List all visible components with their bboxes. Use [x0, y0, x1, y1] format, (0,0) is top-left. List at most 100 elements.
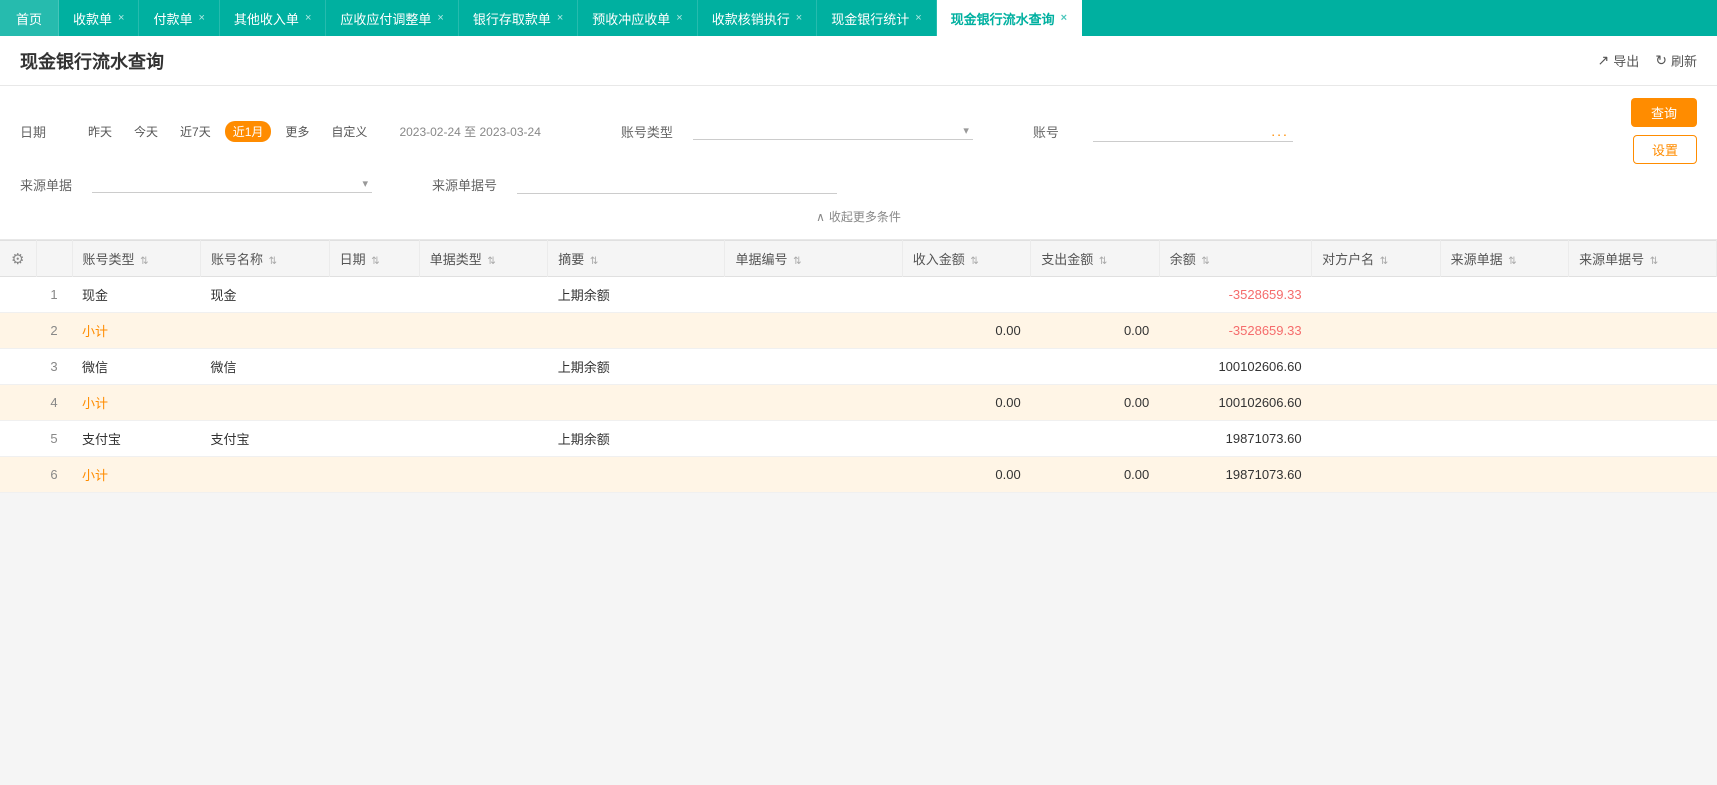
doc-type-column-header[interactable]: 单据类型 ⇅	[419, 241, 548, 277]
summary-column-header[interactable]: 摘要 ⇅	[548, 241, 725, 277]
sort-icon: ⇅	[487, 256, 495, 267]
date-option-更多[interactable]: 更多	[277, 121, 317, 142]
source-doc-no-col-label: 来源单据号	[1579, 252, 1644, 267]
refresh-icon: ↻	[1655, 52, 1667, 69]
nav-item-home[interactable]: 首页	[0, 0, 59, 36]
index-column-header	[36, 241, 72, 277]
close-icon[interactable]: ×	[915, 12, 921, 24]
account-name-column-header[interactable]: 账号名称 ⇅	[201, 241, 330, 277]
table-row: 1现金现金上期余额-3528659.33	[0, 277, 1717, 313]
row-index: 4	[36, 385, 72, 421]
account-type-col-label: 账号类型	[83, 252, 135, 267]
row-account-name	[201, 385, 330, 421]
nav-item-adjust[interactable]: 应收应付调整单×	[326, 0, 458, 36]
nav-item-receipt[interactable]: 收款单×	[59, 0, 139, 36]
collapse-label: 收起更多条件	[829, 208, 901, 225]
source-doc-no-column-header[interactable]: 来源单据号 ⇅	[1569, 241, 1717, 277]
account-type-select[interactable]: ▾	[693, 122, 973, 140]
counterparty-column-header[interactable]: 对方户名 ⇅	[1312, 241, 1441, 277]
sort-icon: ⇅	[970, 256, 978, 267]
refresh-label: 刷新	[1671, 51, 1697, 70]
source-doc-select[interactable]: ▾	[92, 175, 372, 193]
row-gear	[0, 385, 36, 421]
refresh-button[interactable]: ↻ 刷新	[1655, 51, 1697, 70]
row-balance: 19871073.60	[1159, 421, 1311, 457]
export-icon: ↗	[1598, 52, 1610, 69]
row-date	[329, 349, 419, 385]
row-index: 3	[36, 349, 72, 385]
account-type-column-header[interactable]: 账号类型 ⇅	[72, 241, 201, 277]
row-source-doc-no	[1569, 313, 1717, 349]
row-expend	[1031, 421, 1160, 457]
account-label: 账号	[1033, 122, 1073, 141]
expend-column-header[interactable]: 支出金额 ⇅	[1031, 241, 1160, 277]
row-source-doc-no	[1569, 349, 1717, 385]
date-option-近7天[interactable]: 近7天	[172, 121, 219, 142]
row-account-name: 微信	[201, 349, 330, 385]
nav-item-other-income[interactable]: 其他收入单×	[220, 0, 326, 36]
row-summary	[548, 457, 725, 493]
close-icon[interactable]: ×	[676, 12, 682, 24]
row-income	[902, 349, 1031, 385]
account-name-col-label: 账号名称	[211, 252, 263, 267]
date-col-label: 日期	[340, 252, 366, 267]
date-option-近1月[interactable]: 近1月	[225, 121, 272, 142]
gear-icon: ⚙	[10, 250, 26, 268]
page-title: 现金银行流水查询	[20, 48, 164, 74]
row-doc-type	[419, 349, 548, 385]
sort-icon: ⇅	[371, 256, 379, 267]
row-doc-type	[419, 421, 548, 457]
nav-item-verify[interactable]: 收款核销执行×	[698, 0, 817, 36]
source-doc-column-header[interactable]: 来源单据 ⇅	[1440, 241, 1569, 277]
nav-item-advance[interactable]: 预收冲应收单×	[578, 0, 697, 36]
doc-no-column-header[interactable]: 单据编号 ⇅	[725, 241, 902, 277]
row-income: 0.00	[902, 313, 1031, 349]
sort-icon: ⇅	[1380, 256, 1388, 267]
row-balance: -3528659.33	[1159, 313, 1311, 349]
collapse-button[interactable]: ∧ 收起更多条件	[20, 204, 1697, 231]
close-icon[interactable]: ×	[305, 12, 311, 24]
close-icon[interactable]: ×	[796, 12, 802, 24]
row-source-doc	[1440, 385, 1569, 421]
nav-item-bank-deposit[interactable]: 银行存取款单×	[459, 0, 578, 36]
row-balance: 19871073.60	[1159, 457, 1311, 493]
export-button[interactable]: ↗ 导出	[1598, 51, 1640, 70]
nav-item-payment[interactable]: 付款单×	[139, 0, 219, 36]
income-column-header[interactable]: 收入金额 ⇅	[902, 241, 1031, 277]
close-icon[interactable]: ×	[198, 12, 204, 24]
date-column-header[interactable]: 日期 ⇅	[329, 241, 419, 277]
settings-button[interactable]: 设置	[1633, 135, 1697, 164]
row-counterparty	[1312, 385, 1441, 421]
date-label: 日期	[20, 122, 60, 141]
date-option-今天[interactable]: 今天	[126, 121, 166, 142]
row-account-name: 支付宝	[201, 421, 330, 457]
doc-type-col-label: 单据类型	[430, 252, 482, 267]
account-dots-button[interactable]: ...	[1271, 123, 1289, 139]
nav-item-cashflow[interactable]: 现金银行流水查询×	[937, 0, 1082, 36]
header-row: ⚙ 账号类型 ⇅ 账号名称 ⇅ 日期 ⇅ 单据类型 ⇅	[0, 241, 1717, 277]
export-label: 导出	[1613, 51, 1639, 70]
row-index: 6	[36, 457, 72, 493]
row-expend: 0.00	[1031, 313, 1160, 349]
close-icon[interactable]: ×	[118, 12, 124, 24]
row-balance: 100102606.60	[1159, 349, 1311, 385]
query-button[interactable]: 查询	[1631, 98, 1697, 127]
gear-column-header[interactable]: ⚙	[0, 241, 36, 277]
nav-item-stats[interactable]: 现金银行统计×	[817, 0, 936, 36]
row-index: 1	[36, 277, 72, 313]
date-option-自定义[interactable]: 自定义	[323, 121, 375, 142]
row-counterparty	[1312, 277, 1441, 313]
row-doc-no	[725, 349, 902, 385]
row-expend: 0.00	[1031, 457, 1160, 493]
date-option-昨天[interactable]: 昨天	[80, 121, 120, 142]
close-icon[interactable]: ×	[557, 12, 563, 24]
row-summary	[548, 313, 725, 349]
row-source-doc	[1440, 277, 1569, 313]
balance-col-label: 余额	[1170, 252, 1196, 267]
row-doc-type	[419, 277, 548, 313]
source-doc-no-input[interactable]	[517, 174, 837, 194]
close-icon[interactable]: ×	[1061, 12, 1067, 24]
close-icon[interactable]: ×	[437, 12, 443, 24]
balance-column-header[interactable]: 余额 ⇅	[1159, 241, 1311, 277]
table-row: 5支付宝支付宝上期余额19871073.60	[0, 421, 1717, 457]
